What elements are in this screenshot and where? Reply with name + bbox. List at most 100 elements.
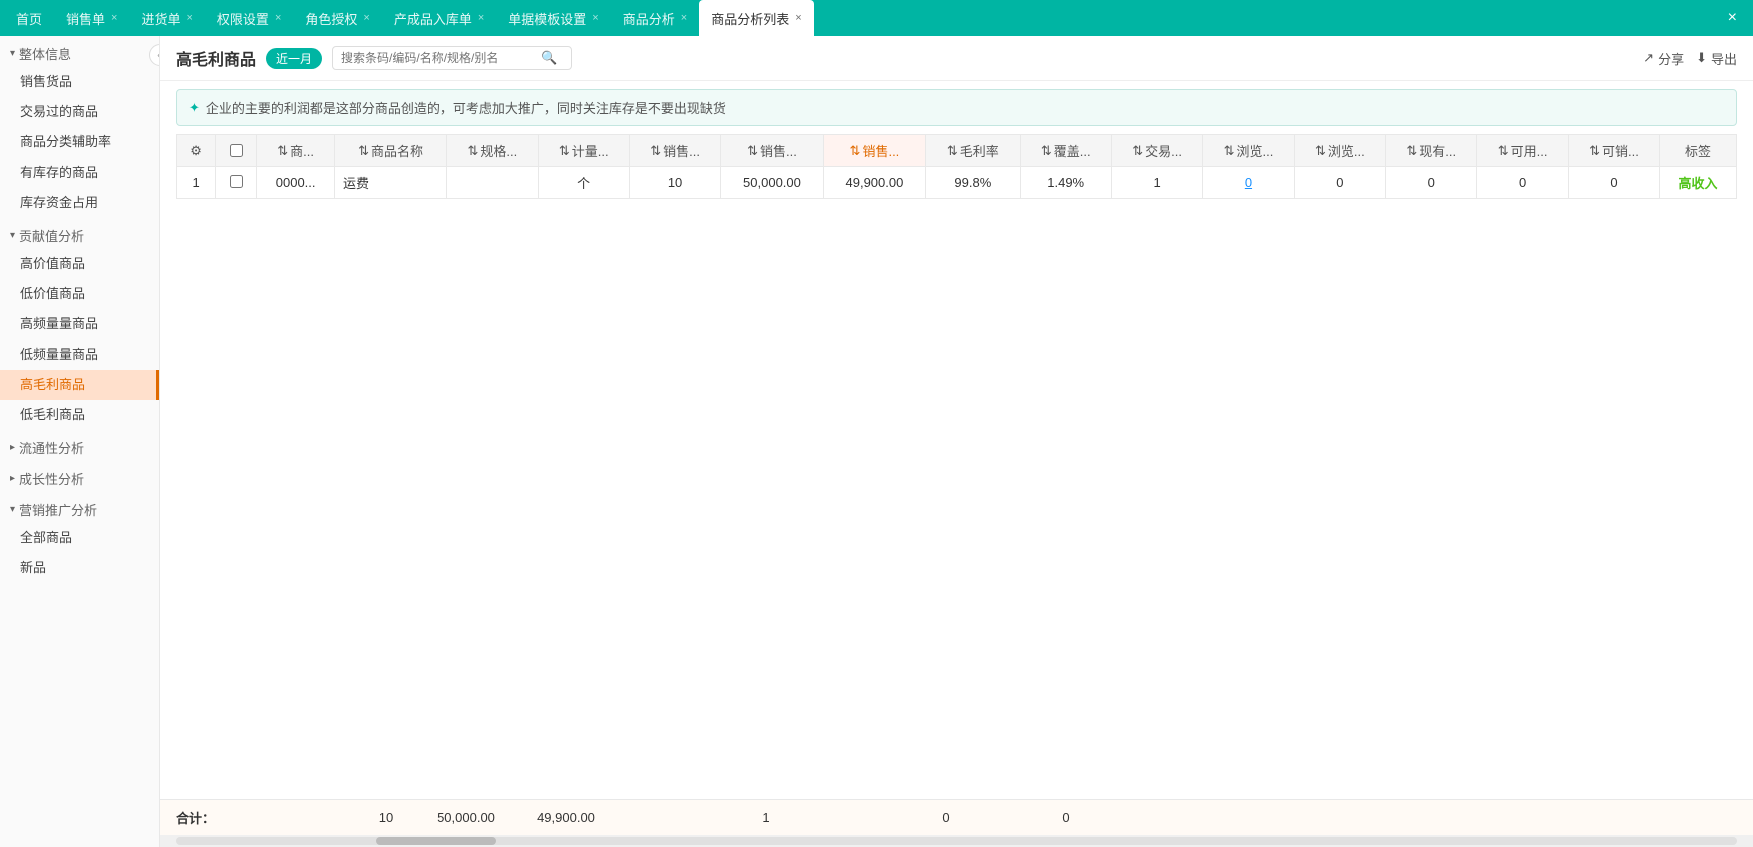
sidebar-item-high-value-goods[interactable]: 高价值商品 bbox=[0, 249, 159, 279]
sidebar-item-traded-goods[interactable]: 交易过的商品 bbox=[0, 97, 159, 127]
col-sales-qty[interactable]: ⇅ 销售... bbox=[629, 135, 720, 167]
sidebar-group-flow-analysis[interactable]: ▸ 流通性分析 bbox=[0, 430, 159, 461]
col-code[interactable]: ⇅ 商... bbox=[257, 135, 335, 167]
tab-role-permission[interactable]: 角色授权 × bbox=[293, 0, 381, 36]
sidebar-item-stock-capital[interactable]: 库存资金占用 bbox=[0, 188, 159, 218]
row-gross-margin: 99.8% bbox=[926, 167, 1020, 199]
row-select-checkbox[interactable] bbox=[230, 175, 243, 188]
row-code: 0000... bbox=[257, 167, 335, 199]
page-title: 高毛利商品 bbox=[176, 46, 256, 70]
sidebar-item-new-goods[interactable]: 新品 bbox=[0, 553, 159, 583]
close-icon[interactable]: × bbox=[275, 12, 281, 24]
col-stock-salable[interactable]: ⇅ 可销... bbox=[1568, 135, 1659, 167]
col-sales-profit[interactable]: ⇅ 销售... bbox=[823, 135, 925, 167]
tab-template-settings[interactable]: 单据模板设置 × bbox=[496, 0, 610, 36]
tab-product-entry[interactable]: 产成品入库单 × bbox=[382, 0, 496, 36]
sidebar-item-low-value-goods[interactable]: 低价值商品 bbox=[0, 279, 159, 309]
summary-sales-amount: 50,000.00 bbox=[416, 810, 516, 825]
close-icon[interactable]: × bbox=[681, 12, 687, 24]
tab-permission-settings[interactable]: 权限设置 × bbox=[205, 0, 293, 36]
content-area: 高毛利商品 近一月 🔍 ↗ 分享 ⬇ 导出 ✦ 企业的主要的利润都是这部分商品创… bbox=[160, 36, 1753, 847]
close-icon[interactable]: × bbox=[186, 12, 192, 24]
share-button[interactable]: ↗ 分享 bbox=[1643, 49, 1684, 68]
col-unit[interactable]: ⇅ 计量... bbox=[538, 135, 629, 167]
tab-product-analysis-list[interactable]: 商品分析列表 × bbox=[699, 0, 813, 36]
row-sales-qty: 10 bbox=[629, 167, 720, 199]
col-browse1[interactable]: ⇅ 浏览... bbox=[1203, 135, 1294, 167]
header-actions: ↗ 分享 ⬇ 导出 bbox=[1643, 49, 1737, 68]
info-icon: ✦ bbox=[189, 100, 200, 116]
row-checkbox[interactable] bbox=[216, 167, 257, 199]
sidebar-group-growth-analysis[interactable]: ▸ 成长性分析 bbox=[0, 461, 159, 492]
row-coverage: 1.49% bbox=[1020, 167, 1111, 199]
content-header: 高毛利商品 近一月 🔍 ↗ 分享 ⬇ 导出 bbox=[160, 36, 1753, 81]
filter-button[interactable]: 近一月 bbox=[266, 48, 322, 69]
col-stock-available[interactable]: ⇅ 可用... bbox=[1477, 135, 1568, 167]
close-icon[interactable]: × bbox=[478, 12, 484, 24]
close-icon[interactable]: × bbox=[795, 12, 801, 24]
close-icon[interactable]: × bbox=[592, 12, 598, 24]
table-wrapper: ⚙ ⇅ 商... ⇅ bbox=[160, 134, 1753, 799]
chevron-right-icon: ▸ bbox=[10, 442, 15, 453]
tab-bar: 首页 销售单 × 进货单 × 权限设置 × 角色授权 × 产成品入库单 × 单据… bbox=[0, 0, 1753, 36]
col-tag[interactable]: 标签 bbox=[1660, 135, 1737, 167]
summary-cells: 10 50,000.00 49,900.00 1 0 0 bbox=[356, 810, 1737, 825]
col-sales-amount[interactable]: ⇅ 销售... bbox=[721, 135, 823, 167]
col-checkbox[interactable] bbox=[216, 135, 257, 167]
search-icon[interactable]: 🔍 bbox=[541, 50, 557, 66]
scrollbar-thumb[interactable] bbox=[376, 837, 496, 845]
summary-stock-actual: 0 bbox=[916, 810, 976, 825]
chevron-right-icon: ▸ bbox=[10, 473, 15, 484]
summary-sales-qty: 10 bbox=[356, 810, 416, 825]
sidebar-group-asset-analysis[interactable]: ▾ 贡献值分析 bbox=[0, 218, 159, 249]
horizontal-scrollbar[interactable] bbox=[160, 835, 1753, 847]
export-button[interactable]: ⬇ 导出 bbox=[1696, 49, 1737, 68]
tab-sales[interactable]: 销售单 × bbox=[54, 0, 129, 36]
table-row: 1 0000... 运费 个 10 50,000.00 49,900.00 99… bbox=[177, 167, 1737, 199]
col-spec[interactable]: ⇅ 规格... bbox=[447, 135, 538, 167]
footer-summary: 合计： 10 50,000.00 49,900.00 1 0 0 bbox=[160, 799, 1753, 835]
select-all-checkbox[interactable] bbox=[230, 144, 243, 157]
sidebar-item-high-margin-goods[interactable]: 高毛利商品 bbox=[0, 370, 159, 400]
row-stock-salable: 0 bbox=[1568, 167, 1659, 199]
row-index: 1 bbox=[177, 167, 216, 199]
scrollbar-track[interactable] bbox=[176, 837, 1737, 845]
search-box: 🔍 bbox=[332, 46, 572, 70]
close-icon[interactable]: × bbox=[111, 12, 117, 24]
data-table: ⚙ ⇅ 商... ⇅ bbox=[176, 134, 1737, 199]
col-transaction[interactable]: ⇅ 交易... bbox=[1111, 135, 1202, 167]
sidebar: « ▾ 整体信息 销售货品 交易过的商品 商品分类辅助率 有库存的商品 库存资金… bbox=[0, 36, 160, 847]
info-banner-text: 企业的主要的利润都是这部分商品创造的，可考虑加大推广，同时关注库存是不要出现缺货 bbox=[206, 98, 726, 117]
row-sales-profit: 49,900.00 bbox=[823, 167, 925, 199]
sidebar-item-all-goods[interactable]: 全部商品 bbox=[0, 523, 159, 553]
col-name[interactable]: ⇅ 商品名称 bbox=[334, 135, 446, 167]
col-coverage[interactable]: ⇅ 覆盖... bbox=[1020, 135, 1111, 167]
col-gross-margin[interactable]: ⇅ 毛利率 bbox=[926, 135, 1020, 167]
sidebar-item-goods-analysis[interactable]: 商品分类辅助率 bbox=[0, 127, 159, 157]
sidebar-item-in-stock-goods[interactable]: 有库存的商品 bbox=[0, 158, 159, 188]
row-spec bbox=[447, 167, 538, 199]
col-stock-actual[interactable]: ⇅ 现有... bbox=[1386, 135, 1477, 167]
tab-product-analysis[interactable]: 商品分析 × bbox=[611, 0, 699, 36]
row-stock-available: 0 bbox=[1477, 167, 1568, 199]
tab-purchase[interactable]: 进货单 × bbox=[129, 0, 204, 36]
sidebar-item-low-freq-goods[interactable]: 低频量量商品 bbox=[0, 340, 159, 370]
search-input[interactable] bbox=[341, 51, 541, 65]
sidebar-item-low-margin-goods[interactable]: 低毛利商品 bbox=[0, 400, 159, 430]
sidebar-item-sales-goods[interactable]: 销售货品 bbox=[0, 67, 159, 97]
sidebar-item-high-freq-goods[interactable]: 高频量量商品 bbox=[0, 309, 159, 339]
sidebar-group-marketing-analysis[interactable]: ▾ 营销推广分析 bbox=[0, 492, 159, 523]
sidebar-group-overall-info[interactable]: ▾ 整体信息 bbox=[0, 36, 159, 67]
share-icon: ↗ bbox=[1643, 50, 1654, 66]
summary-sales-profit: 49,900.00 bbox=[516, 810, 616, 825]
close-icon[interactable]: × bbox=[363, 12, 369, 24]
chevron-down-icon: ▾ bbox=[10, 504, 15, 515]
window-close-button[interactable]: × bbox=[1716, 9, 1749, 27]
col-browse2[interactable]: ⇅ 浏览... bbox=[1294, 135, 1385, 167]
tab-home[interactable]: 首页 bbox=[4, 0, 54, 36]
row-stock-actual: 0 bbox=[1386, 167, 1477, 199]
row-browse1[interactable]: 0 bbox=[1203, 167, 1294, 199]
col-settings[interactable]: ⚙ bbox=[177, 135, 216, 167]
row-name[interactable]: 运费 bbox=[334, 167, 446, 199]
row-browse2: 0 bbox=[1294, 167, 1385, 199]
